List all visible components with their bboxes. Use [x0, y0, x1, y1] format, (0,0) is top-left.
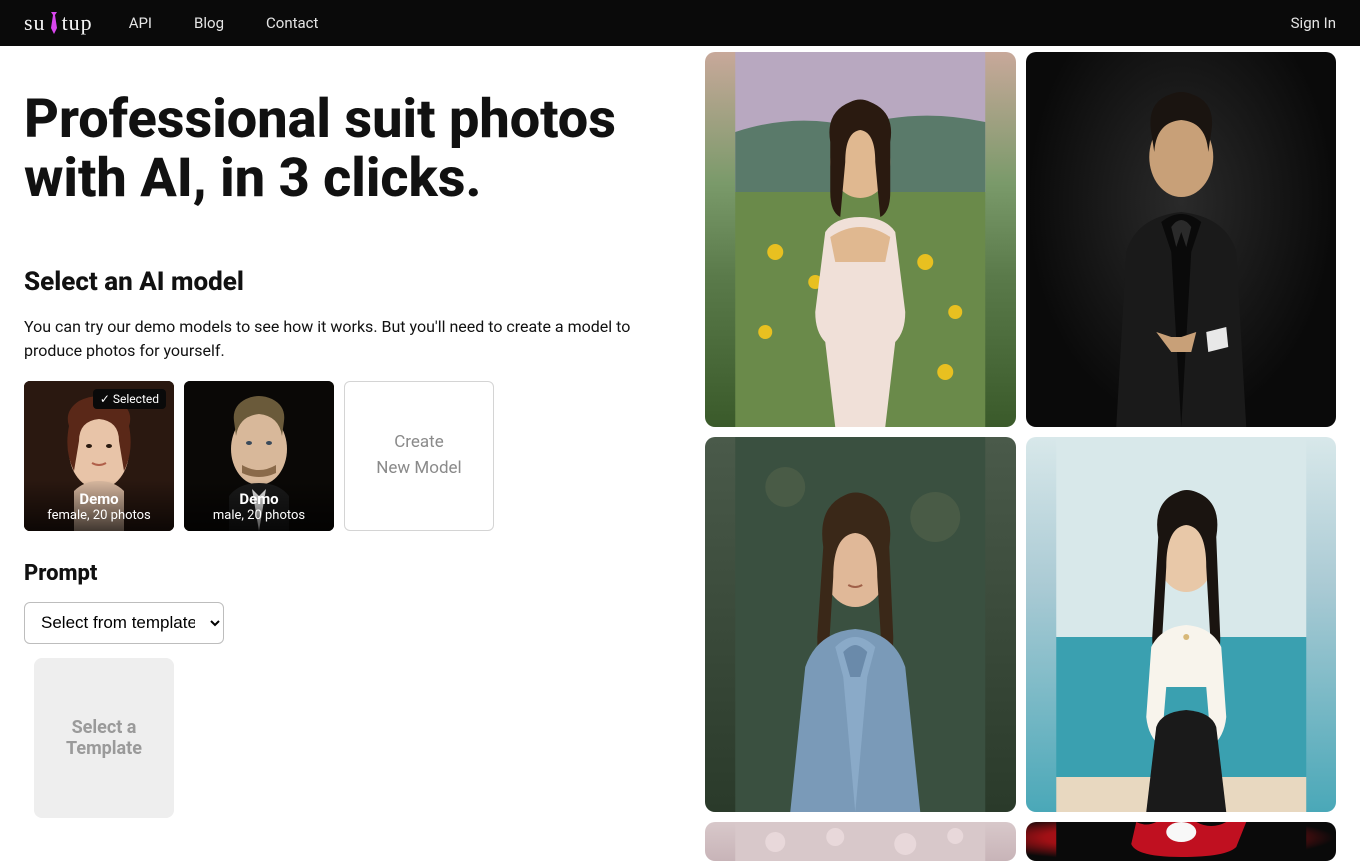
logo-text-right: tup: [62, 10, 93, 36]
model-card-demo-female[interactable]: ✓ Selected Demo female, 20 photos: [24, 381, 174, 531]
model-section-heading: Select an AI model: [24, 267, 665, 297]
model-name: Demo: [192, 490, 326, 508]
nav-link-contact[interactable]: Contact: [266, 14, 318, 32]
select-template-card[interactable]: Select a Template: [34, 658, 174, 818]
gallery-image[interactable]: [1026, 52, 1337, 427]
gallery-image[interactable]: [705, 822, 1016, 861]
model-section-sub: You can try our demo models to see how i…: [24, 315, 664, 363]
logo-text-left: su: [24, 10, 46, 36]
model-meta: female, 20 photos: [32, 508, 166, 523]
nav-link-blog[interactable]: Blog: [194, 14, 224, 32]
create-line2: New Model: [376, 456, 461, 482]
model-row: ✓ Selected Demo female, 20 photos: [24, 381, 665, 531]
nav-link-api[interactable]: API: [129, 14, 152, 32]
right-gallery-column: [705, 46, 1360, 861]
model-caption: Demo male, 20 photos: [184, 480, 334, 531]
signin-link[interactable]: Sign In: [1291, 14, 1336, 32]
prompt-heading: Prompt: [24, 561, 665, 586]
gallery-grid: [705, 52, 1336, 861]
top-nav: su tup API Blog Contact Sign In: [0, 0, 1360, 46]
template-select[interactable]: Select from templates: [24, 602, 224, 644]
gallery-image[interactable]: [1026, 437, 1337, 812]
model-name: Demo: [32, 490, 166, 508]
create-line1: Create: [394, 430, 444, 456]
left-column: Professional suit photos with AI, in 3 c…: [0, 46, 705, 861]
nav-links: API Blog Contact: [129, 14, 319, 32]
model-caption: Demo female, 20 photos: [24, 480, 174, 531]
model-card-demo-male[interactable]: Demo male, 20 photos: [184, 381, 334, 531]
gallery-image[interactable]: [1026, 822, 1337, 861]
gallery-image[interactable]: [705, 437, 1016, 812]
tie-icon: [48, 12, 60, 34]
selected-badge: ✓ Selected: [93, 389, 166, 409]
create-new-model-card[interactable]: Create New Model: [344, 381, 494, 531]
logo[interactable]: su tup: [24, 10, 93, 36]
gallery-image[interactable]: [705, 52, 1016, 427]
main-content: Professional suit photos with AI, in 3 c…: [0, 46, 1360, 861]
model-meta: male, 20 photos: [192, 508, 326, 523]
hero-heading: Professional suit photos with AI, in 3 c…: [24, 90, 664, 209]
template-card-label: Select a Template: [54, 717, 154, 759]
